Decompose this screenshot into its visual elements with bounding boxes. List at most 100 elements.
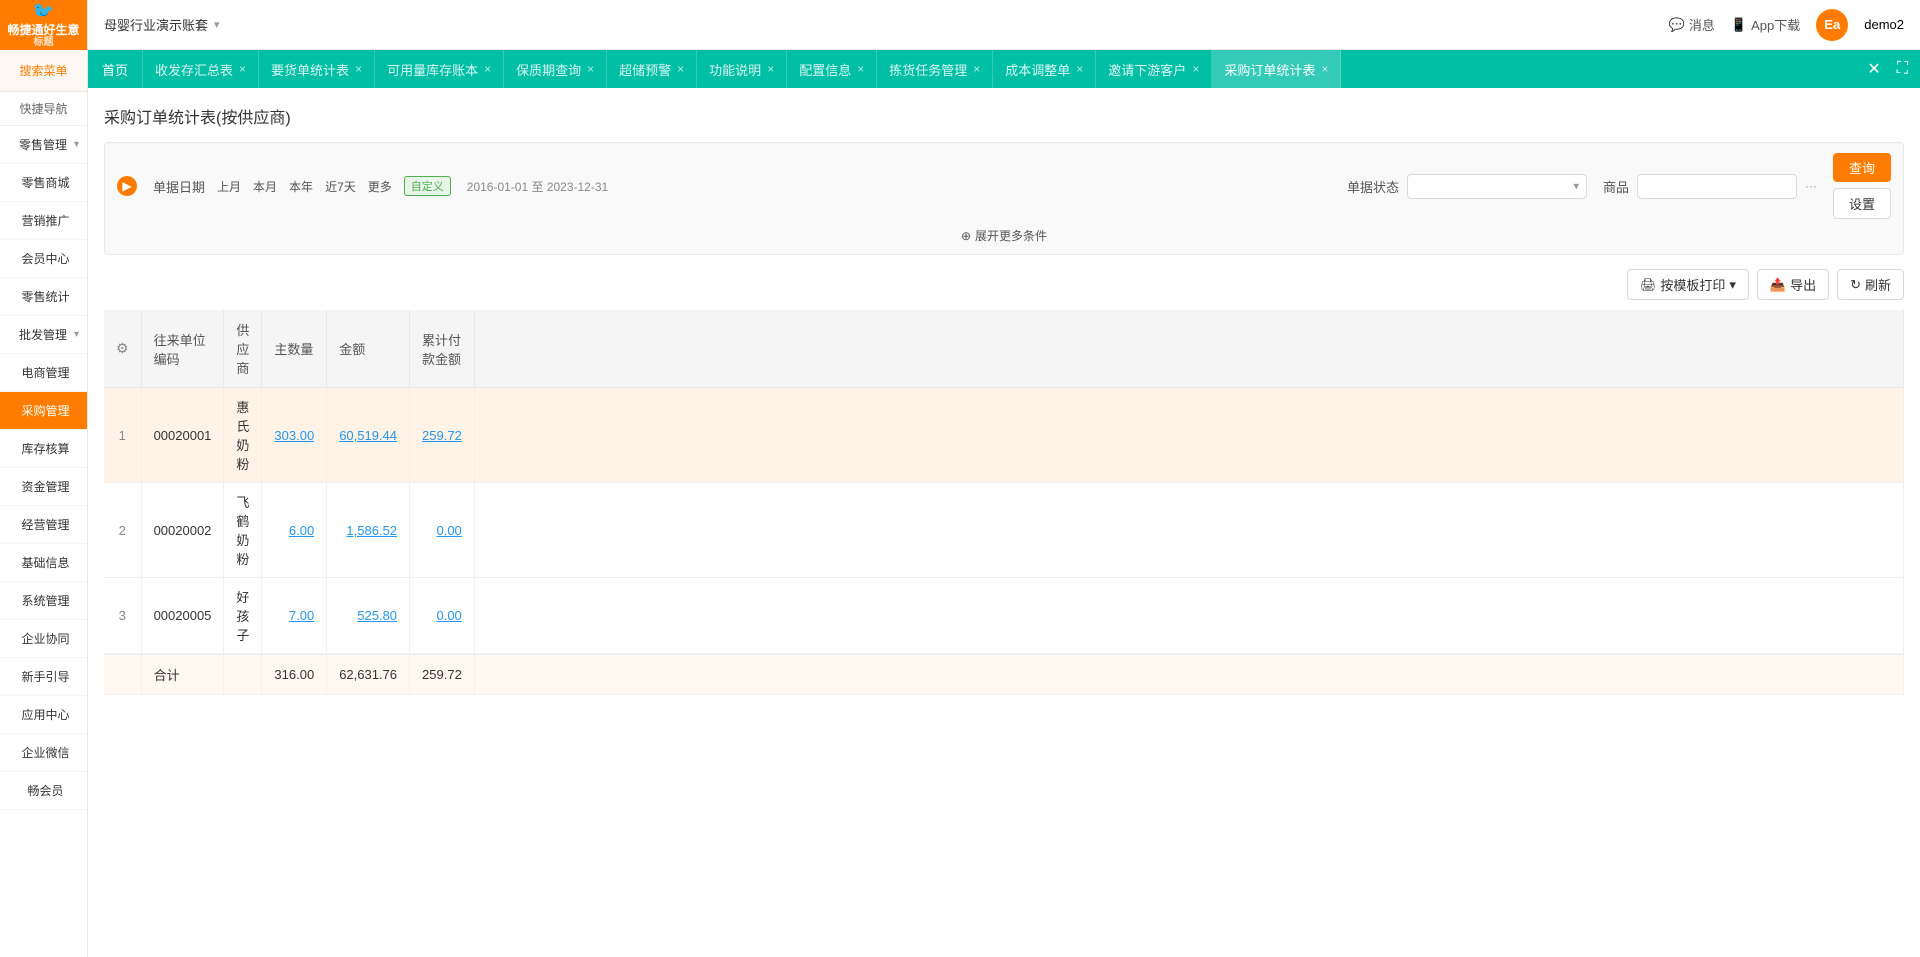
search-menu-button[interactable]: 搜索菜单	[6, 58, 81, 83]
tab-close-button[interactable]: ×	[1076, 62, 1083, 76]
date-option-近7天[interactable]: 近7天	[321, 176, 360, 197]
date-filter-group: 单据日期 上月本月本年近7天更多 自定义	[153, 176, 451, 197]
message-button[interactable]: 💬 消息	[1669, 15, 1715, 34]
goods-more-button[interactable]: ···	[1805, 179, 1817, 193]
sidebar-item-inventory[interactable]: 库存核算	[0, 430, 87, 468]
tab-close-button[interactable]: ×	[1192, 62, 1199, 76]
sidebar-expand-icon: ▾	[74, 139, 79, 150]
row-amount[interactable]: 60,519.44	[327, 388, 410, 483]
sidebar-item-member[interactable]: 会员中心	[0, 240, 87, 278]
sidebar-item-newguide[interactable]: 新手引导	[0, 658, 87, 696]
avatar[interactable]: Ea	[1816, 9, 1848, 41]
sidebar-label: 基础信息	[12, 554, 79, 571]
sidebar-nav: 零售管理▾零售商城营销推广会员中心零售统计批发管理▾电商管理采购管理库存核算资金…	[0, 126, 87, 810]
tab-close-button[interactable]: ×	[857, 62, 864, 76]
date-label: 单据日期	[153, 177, 205, 196]
tab-home[interactable]: 首页	[88, 50, 143, 88]
col-extra	[474, 310, 1903, 388]
tab-close-button[interactable]: ×	[1321, 62, 1328, 76]
tab-config-info[interactable]: 配置信息×	[787, 50, 877, 88]
tab-close-button[interactable]: ×	[767, 62, 774, 76]
goods-label: 商品	[1603, 177, 1629, 196]
row-qty[interactable]: 7.00	[262, 578, 327, 655]
action-bar: 🖨 按模板打印 ▾ 📤 导出 ↻ 刷新	[104, 269, 1904, 300]
app-download-button[interactable]: 📱 App下载	[1731, 15, 1800, 34]
tab-overstock[interactable]: 超储预警×	[607, 50, 697, 88]
date-option-更多[interactable]: 更多	[364, 176, 396, 197]
sidebar-item-marketing[interactable]: 营销推广	[0, 202, 87, 240]
sidebar-search-area[interactable]: 搜索菜单	[0, 50, 87, 92]
refresh-button[interactable]: ↻ 刷新	[1837, 269, 1904, 300]
tab-close-button[interactable]: ×	[239, 62, 246, 76]
sidebar-item-corp[interactable]: 企业协同	[0, 620, 87, 658]
tab-label: 拣货任务管理	[889, 60, 967, 79]
tab-func-desc[interactable]: 功能说明×	[697, 50, 787, 88]
settings-button[interactable]: 设置	[1833, 188, 1891, 219]
sidebar-item-appcenter[interactable]: 应用中心	[0, 696, 87, 734]
tab-receive-summary[interactable]: 收发存汇总表×	[143, 50, 259, 88]
workspace-arrow-icon: ▾	[214, 18, 220, 31]
tab-label: 保质期查询	[516, 60, 581, 79]
quick-nav-item[interactable]: 快捷导航	[0, 92, 87, 126]
refresh-icon: ↻	[1850, 277, 1861, 293]
row-paid[interactable]: 259.72	[410, 388, 475, 483]
sidebar-item-retail[interactable]: 零售管理▾	[0, 126, 87, 164]
row-qty[interactable]: 6.00	[262, 483, 327, 578]
app-download-icon: 📱	[1731, 17, 1747, 33]
tab-close-button[interactable]: ×	[973, 62, 980, 76]
tab-pickup-task[interactable]: 拣货任务管理 ×	[877, 50, 993, 88]
col-settings[interactable]: ⚙	[104, 310, 141, 388]
row-amount[interactable]: 525.80	[327, 578, 410, 655]
template-print-button[interactable]: 🖨 按模板打印 ▾	[1627, 269, 1749, 300]
table-header-row: ⚙ 往来单位编码 供应商 主数量 金额 累计付款金额	[104, 310, 1904, 388]
sidebar-item-wholesale[interactable]: 批发管理▾	[0, 316, 87, 354]
query-button[interactable]: 查询	[1833, 153, 1891, 182]
sidebar-item-wechat[interactable]: 企业微信	[0, 734, 87, 772]
sidebar-item-basic[interactable]: 基础信息	[0, 544, 87, 582]
sidebar-label: 采购管理	[12, 402, 79, 419]
tab-maximize-button[interactable]: ⛶	[1893, 60, 1912, 78]
status-label: 单据状态	[1347, 177, 1399, 196]
sidebar-item-system[interactable]: 系统管理	[0, 582, 87, 620]
tab-close-all-button[interactable]: ✕	[1863, 59, 1884, 79]
tab-purchase-summary[interactable]: 采购订单统计表×	[1212, 50, 1341, 88]
row-paid[interactable]: 0.00	[410, 578, 475, 655]
sidebar-item-retail-shop[interactable]: 零售商城	[0, 164, 87, 202]
footer-amount: 62,631.76	[327, 654, 410, 695]
tab-inventory-ledger[interactable]: 可用量库存账本×	[375, 50, 504, 88]
sidebar-item-retail-stats[interactable]: 零售统计	[0, 278, 87, 316]
sidebar-item-purchase[interactable]: 采购管理	[0, 392, 87, 430]
workspace-selector[interactable]: 母婴行业演示账套 ▾	[104, 15, 220, 34]
column-settings-icon[interactable]: ⚙	[116, 340, 129, 356]
tab-close-button[interactable]: ×	[587, 62, 594, 76]
sidebar-item-finance[interactable]: 资金管理	[0, 468, 87, 506]
sidebar-item-member2[interactable]: 畅会员	[0, 772, 87, 810]
date-option-本年[interactable]: 本年	[285, 176, 317, 197]
row-amount[interactable]: 1,586.52	[327, 483, 410, 578]
sidebar-item-ops[interactable]: 经营管理	[0, 506, 87, 544]
row-paid[interactable]: 0.00	[410, 483, 475, 578]
date-option-上月[interactable]: 上月	[213, 176, 245, 197]
tab-expiry-query[interactable]: 保质期查询 ×	[504, 50, 607, 88]
sidebar-item-ecommerce[interactable]: 电商管理	[0, 354, 87, 392]
home-label: 首页	[102, 60, 128, 79]
tab-close-button[interactable]: ×	[484, 62, 491, 76]
expand-more-button[interactable]: ⊕ 展开更多条件	[961, 227, 1047, 244]
filter-area: ▶ 单据日期 上月本月本年近7天更多 自定义 2016-01-01 至 2023…	[104, 142, 1904, 255]
tab-close-button[interactable]: ×	[677, 62, 684, 76]
export-button[interactable]: 📤 导出	[1757, 269, 1829, 300]
logo-icon: 🐦	[32, 1, 54, 23]
custom-date-tag[interactable]: 自定义	[404, 176, 451, 196]
tab-order-summary[interactable]: 要货单统计表×	[259, 50, 375, 88]
status-select[interactable]	[1407, 174, 1587, 199]
tab-invite-downstream[interactable]: 邀请下游客户×	[1096, 50, 1212, 88]
page: 采购订单统计表(按供应商) ▶ 单据日期 上月本月本年近7天更多 自定义 201…	[88, 88, 1920, 957]
goods-input[interactable]	[1637, 174, 1797, 199]
row-qty[interactable]: 303.00	[262, 388, 327, 483]
tab-cost-adjust[interactable]: 成本调整单×	[993, 50, 1096, 88]
date-option-本月[interactable]: 本月	[249, 176, 281, 197]
expand-icon: ⊕	[961, 229, 971, 243]
filter-toggle-button[interactable]: ▶	[117, 176, 137, 196]
tab-close-button[interactable]: ×	[355, 62, 362, 76]
status-filter-group: 单据状态	[1347, 174, 1587, 199]
